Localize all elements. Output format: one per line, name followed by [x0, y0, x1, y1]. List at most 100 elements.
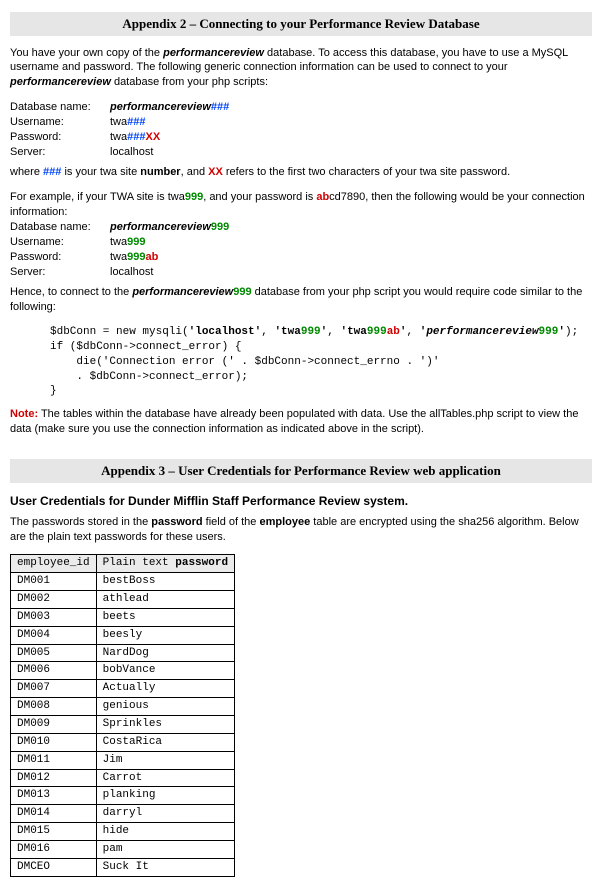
value-server: localhost — [110, 265, 153, 280]
value-db: performancereview999 — [110, 220, 229, 235]
text: ); — [565, 326, 578, 338]
table-row: DM013planking — [11, 787, 235, 805]
label-user: Username: — [10, 115, 110, 130]
text: , — [407, 326, 420, 338]
cell-password: CostaRica — [96, 733, 234, 751]
cell-employee-id: DM011 — [11, 751, 97, 769]
db-name: performancereview — [10, 76, 111, 88]
text: $dbConn = new mysqli( — [50, 326, 189, 338]
table-row: DM014darryl — [11, 805, 235, 823]
text: 'twa — [274, 326, 300, 338]
text: 999 — [233, 286, 251, 298]
text: 999 — [211, 221, 229, 233]
cell-employee-id: DM003 — [11, 608, 97, 626]
text: , — [261, 326, 274, 338]
table-row: DM016pam — [11, 840, 235, 858]
text: , and — [181, 166, 209, 178]
text: ab — [145, 251, 158, 263]
text: , and your password is — [203, 191, 316, 203]
text: performancereview — [110, 221, 211, 233]
generic-conn-block: Database name: performancereview### User… — [10, 100, 592, 159]
text: XX — [145, 131, 160, 143]
table-row: DM001bestBoss — [11, 573, 235, 591]
cell-password: beets — [96, 608, 234, 626]
text: ### — [211, 101, 229, 113]
table-row: DM004beesly — [11, 626, 235, 644]
text: ' — [400, 326, 407, 338]
text: For example, if your TWA site is twa — [10, 191, 185, 203]
cell-employee-id: DM010 — [11, 733, 97, 751]
note-text: The tables within the database have alre… — [10, 408, 578, 435]
text: refers to the first two characters of yo… — [223, 166, 510, 178]
text: twa — [110, 131, 127, 143]
where-clause: where ### is your twa site number, and X… — [10, 165, 592, 180]
text: ' — [558, 326, 565, 338]
text: 999 — [367, 326, 387, 338]
appendix-2-header: Appendix 2 – Connecting to your Performa… — [10, 12, 592, 36]
appendix-3-subhead: User Credentials for Dunder Mifflin Staf… — [10, 493, 592, 509]
text: 'localhost' — [189, 326, 262, 338]
credentials-table: employee_id Plain text password DM001bes… — [10, 554, 235, 876]
table-row: DM015hide — [11, 823, 235, 841]
appendix-3-intro: The passwords stored in the password fie… — [10, 515, 592, 545]
text: field of the — [203, 516, 260, 528]
text: ### — [43, 166, 61, 178]
col-password: Plain text password — [96, 555, 234, 573]
label-user: Username: — [10, 235, 110, 250]
table-header-row: employee_id Plain text password — [11, 555, 235, 573]
cell-employee-id: DM008 — [11, 698, 97, 716]
value-user: twa### — [110, 115, 145, 130]
appendix-2-intro: You have your own copy of the performanc… — [10, 46, 592, 91]
text: if ($dbConn->connect_error) { — [50, 341, 241, 353]
text: The passwords stored in the — [10, 516, 151, 528]
text: ab — [387, 326, 400, 338]
text: You have your own copy of the — [10, 47, 163, 59]
table-row: DM009Sprinkles — [11, 715, 235, 733]
cell-employee-id: DMCEO — [11, 858, 97, 876]
text: performancereview — [110, 101, 211, 113]
table-row: DM007Actually — [11, 680, 235, 698]
text: twa — [110, 236, 127, 248]
table-row: DM005NardDog — [11, 644, 235, 662]
cell-employee-id: DM015 — [11, 823, 97, 841]
cell-password: darryl — [96, 805, 234, 823]
appendix-3-header: Appendix 3 – User Credentials for Perfor… — [10, 459, 592, 483]
cell-password: bestBoss — [96, 573, 234, 591]
cell-employee-id: DM009 — [11, 715, 97, 733]
text: die('Connection error (' . $dbConn->conn… — [50, 356, 439, 368]
text: 'twa — [340, 326, 366, 338]
text: Plain text — [103, 557, 176, 569]
text: 999 — [539, 326, 559, 338]
table-row: DMCEOSuck It — [11, 858, 235, 876]
cell-employee-id: DM004 — [11, 626, 97, 644]
text: twa — [110, 251, 127, 263]
text: 999 — [127, 236, 145, 248]
label-pass: Password: — [10, 250, 110, 265]
cell-employee-id: DM007 — [11, 680, 97, 698]
cell-employee-id: DM001 — [11, 573, 97, 591]
cell-employee-id: DM014 — [11, 805, 97, 823]
cell-employee-id: DM005 — [11, 644, 97, 662]
cell-password: bobVance — [96, 662, 234, 680]
table-row: DM008genious — [11, 698, 235, 716]
cell-employee-id: DM002 — [11, 591, 97, 609]
text: employee — [259, 516, 310, 528]
cell-password: beesly — [96, 626, 234, 644]
table-row: DM003beets — [11, 608, 235, 626]
col-employee-id: employee_id — [11, 555, 97, 573]
text: ### — [127, 116, 145, 128]
hence-line: Hence, to connect to the performancerevi… — [10, 285, 592, 315]
text: } — [50, 385, 57, 397]
cell-password: Suck It — [96, 858, 234, 876]
note-paragraph: Note: The tables within the database hav… — [10, 407, 592, 437]
label-server: Server: — [10, 145, 110, 160]
example-intro: For example, if your TWA site is twa999,… — [10, 190, 592, 220]
text: ### — [127, 131, 145, 143]
cell-password: planking — [96, 787, 234, 805]
text: number — [140, 166, 180, 178]
table-row: DM002athlead — [11, 591, 235, 609]
note-label: Note: — [10, 408, 38, 420]
value-db: performancereview### — [110, 100, 229, 115]
cell-employee-id: DM012 — [11, 769, 97, 787]
table-row: DM010CostaRica — [11, 733, 235, 751]
